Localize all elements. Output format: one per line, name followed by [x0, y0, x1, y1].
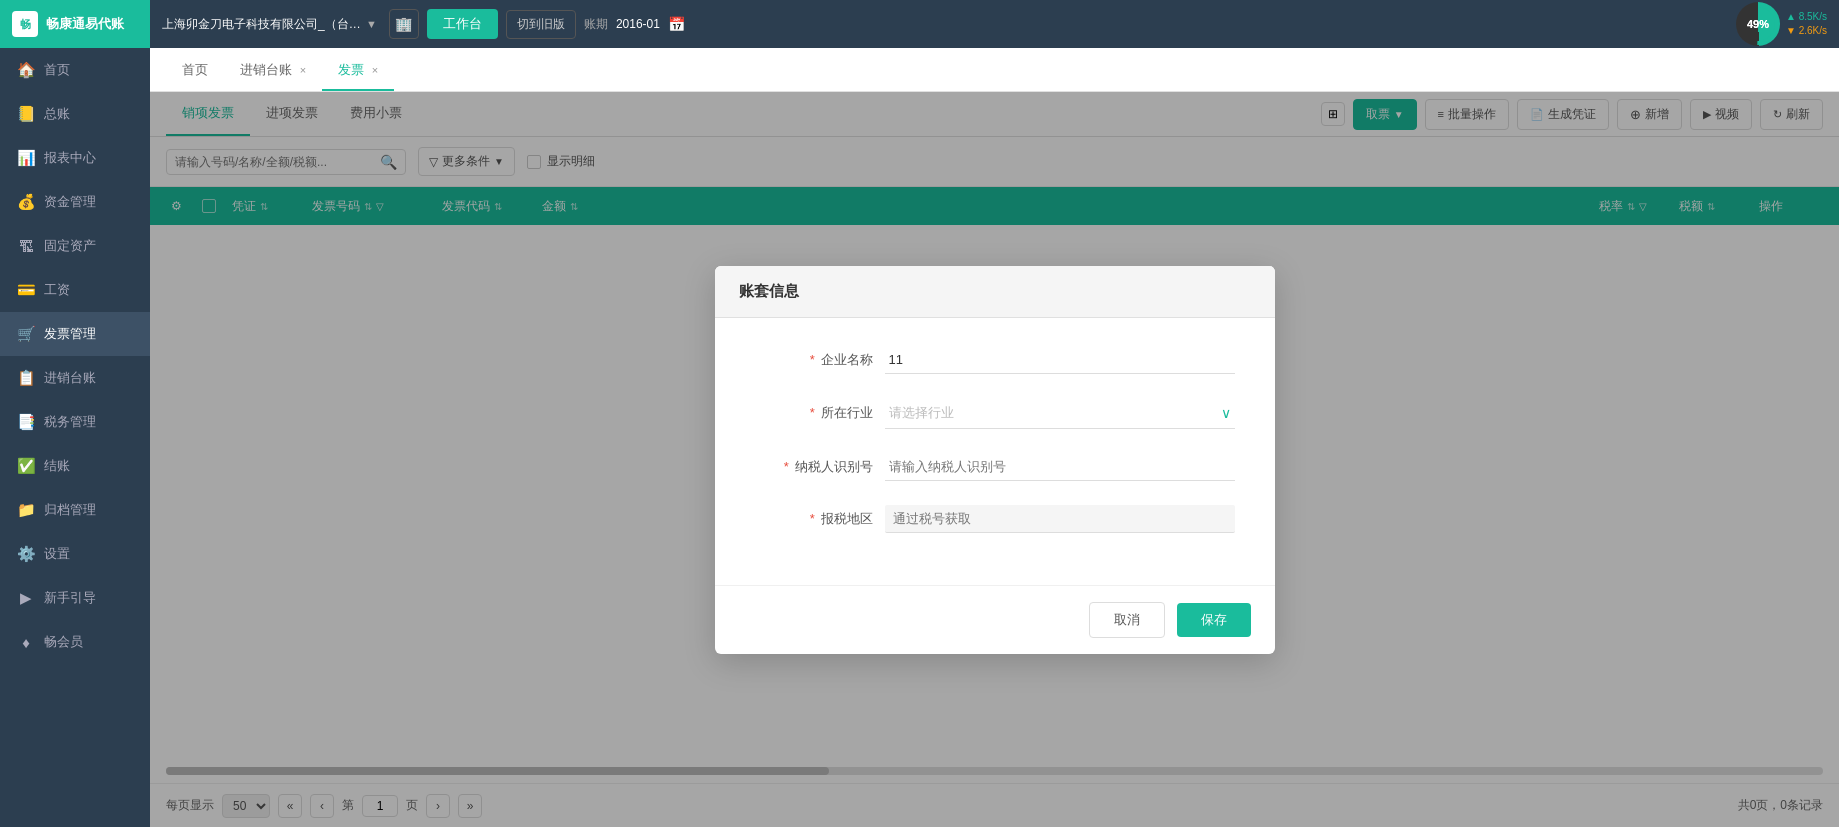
member-icon: ♦ [16, 632, 36, 652]
sidebar-item-home[interactable]: 🏠 首页 [0, 48, 150, 92]
period-value: 2016-01 [616, 17, 660, 31]
sidebar-item-member[interactable]: ♦ 畅会员 [0, 620, 150, 664]
sidebar-item-salary[interactable]: 💳 工资 [0, 268, 150, 312]
net-down: ▼ 2.6K/s [1786, 24, 1827, 38]
save-button[interactable]: 保存 [1177, 603, 1251, 637]
net-up: ▲ 8.5K/s [1786, 10, 1827, 24]
invoice-mgmt-icon: 🛒 [16, 324, 36, 344]
required-star: * [810, 511, 815, 526]
company-name: 上海卯金刀电子科技有限公司_（台201... [162, 16, 362, 33]
tax-id-label: * 纳税人识别号 [755, 458, 885, 476]
tab-close-invoice[interactable]: × [372, 64, 378, 76]
form-row-industry: * 所在行业 请选择行业 ∨ [755, 398, 1235, 429]
home-icon: 🏠 [16, 60, 36, 80]
tax-id-input[interactable] [885, 453, 1235, 481]
sidebar-item-label: 归档管理 [44, 501, 96, 519]
industry-label: * 所在行业 [755, 404, 885, 422]
reports-icon: 📊 [16, 148, 36, 168]
period-label: 账期 [584, 16, 608, 33]
calendar-icon[interactable]: 📅 [668, 16, 685, 32]
sidebar-item-label: 畅会员 [44, 633, 83, 651]
tax-icon: 📑 [16, 412, 36, 432]
modal-overlay: 账套信息 * 企业名称 * 所在行 [150, 92, 1839, 827]
sidebar-item-guide[interactable]: ▶ 新手引导 [0, 576, 150, 620]
company-icon-btn[interactable]: 🏢 [389, 9, 419, 39]
purchase-sale-icon: 📋 [16, 368, 36, 388]
tax-region-label: * 报税地区 [755, 510, 885, 528]
sidebar-item-label: 税务管理 [44, 413, 96, 431]
settings-icon: ⚙️ [16, 544, 36, 564]
workbench-button[interactable]: 工作台 [427, 9, 498, 39]
industry-select[interactable]: 请选择行业 ∨ [885, 398, 1235, 429]
tab-close-purchase-sale[interactable]: × [300, 64, 306, 76]
speed-pct-label: 49% [1747, 18, 1769, 30]
tab-invoice[interactable]: 发票 × [322, 51, 394, 91]
form-row-tax-region: * 报税地区 [755, 505, 1235, 533]
modal-account-info: 账套信息 * 企业名称 * 所在行 [715, 266, 1275, 654]
assets-icon: 🏗 [16, 236, 36, 256]
switch-old-button[interactable]: 切到旧版 [506, 10, 576, 39]
required-star: * [784, 459, 789, 474]
sidebar-item-tax[interactable]: 📑 税务管理 [0, 400, 150, 444]
tab-home[interactable]: 首页 [166, 51, 224, 91]
tax-region-input [885, 505, 1235, 533]
sidebar-item-label: 新手引导 [44, 589, 96, 607]
sidebar-item-label: 设置 [44, 545, 70, 563]
sidebar-item-label: 资金管理 [44, 193, 96, 211]
funds-icon: 💰 [16, 192, 36, 212]
sidebar-item-label: 进销台账 [44, 369, 96, 387]
tabs-bar: 首页 进销台账 × 发票 × [150, 48, 1839, 92]
sidebar-item-ledger[interactable]: 📒 总账 [0, 92, 150, 136]
cancel-button[interactable]: 取消 [1089, 602, 1165, 638]
speed-circle: 49% 49% [1736, 2, 1780, 46]
sidebar-item-label: 总账 [44, 105, 70, 123]
sidebar-item-label: 发票管理 [44, 325, 96, 343]
form-row-tax-id: * 纳税人识别号 [755, 453, 1235, 481]
sidebar-logo: 畅 畅康通易代账 [0, 0, 150, 48]
sidebar-item-invoice-mgmt[interactable]: 🛒 发票管理 [0, 312, 150, 356]
guide-icon: ▶ [16, 588, 36, 608]
network-stats: ▲ 8.5K/s ▼ 2.6K/s [1786, 10, 1827, 38]
settle-icon: ✅ [16, 456, 36, 476]
company-name-label: * 企业名称 [755, 351, 885, 369]
main-area: 上海卯金刀电子科技有限公司_（台201... ▼ 🏢 工作台 切到旧版 账期 2… [150, 0, 1839, 827]
industry-dropdown-icon: ∨ [1221, 405, 1231, 421]
sidebar-item-funds[interactable]: 💰 资金管理 [0, 180, 150, 224]
header-right: 49% 49% ▲ 8.5K/s ▼ 2.6K/s [1736, 2, 1827, 46]
salary-icon: 💳 [16, 280, 36, 300]
company-name-input[interactable] [885, 346, 1235, 374]
sidebar-item-label: 报表中心 [44, 149, 96, 167]
logo-icon: 畅 [12, 11, 38, 37]
company-dropdown-icon: ▼ [366, 18, 377, 30]
sidebar: 畅 畅康通易代账 🏠 首页 📒 总账 📊 报表中心 💰 资金管理 🏗 固定资产 … [0, 0, 150, 827]
industry-placeholder: 请选择行业 [889, 404, 1221, 422]
company-selector[interactable]: 上海卯金刀电子科技有限公司_（台201... ▼ [162, 16, 377, 33]
logo-text: 畅康通易代账 [46, 15, 124, 33]
sidebar-item-label: 工资 [44, 281, 70, 299]
sidebar-item-label: 结账 [44, 457, 70, 475]
content-area: 销项发票 进项发票 费用小票 ⊞ 取票 ▼ ≡ [150, 92, 1839, 827]
modal-body: * 企业名称 * 所在行业 请选择行业 ∨ [715, 318, 1275, 585]
building-icon: 🏢 [395, 16, 412, 32]
modal-title: 账套信息 [739, 282, 799, 299]
top-header: 上海卯金刀电子科技有限公司_（台201... ▼ 🏢 工作台 切到旧版 账期 2… [150, 0, 1839, 48]
sidebar-item-settings[interactable]: ⚙️ 设置 [0, 532, 150, 576]
archive-icon: 📁 [16, 500, 36, 520]
sidebar-item-purchase-sale[interactable]: 📋 进销台账 [0, 356, 150, 400]
sidebar-item-reports[interactable]: 📊 报表中心 [0, 136, 150, 180]
sidebar-item-label: 首页 [44, 61, 70, 79]
tab-purchase-sale[interactable]: 进销台账 × [224, 51, 322, 91]
sidebar-item-archive[interactable]: 📁 归档管理 [0, 488, 150, 532]
sidebar-item-label: 固定资产 [44, 237, 96, 255]
modal-footer: 取消 保存 [715, 585, 1275, 654]
modal-header: 账套信息 [715, 266, 1275, 318]
required-star: * [810, 352, 815, 367]
sidebar-item-settle[interactable]: ✅ 结账 [0, 444, 150, 488]
form-row-company-name: * 企业名称 [755, 346, 1235, 374]
ledger-icon: 📒 [16, 104, 36, 124]
sidebar-item-assets[interactable]: 🏗 固定资产 [0, 224, 150, 268]
required-star: * [810, 405, 815, 420]
